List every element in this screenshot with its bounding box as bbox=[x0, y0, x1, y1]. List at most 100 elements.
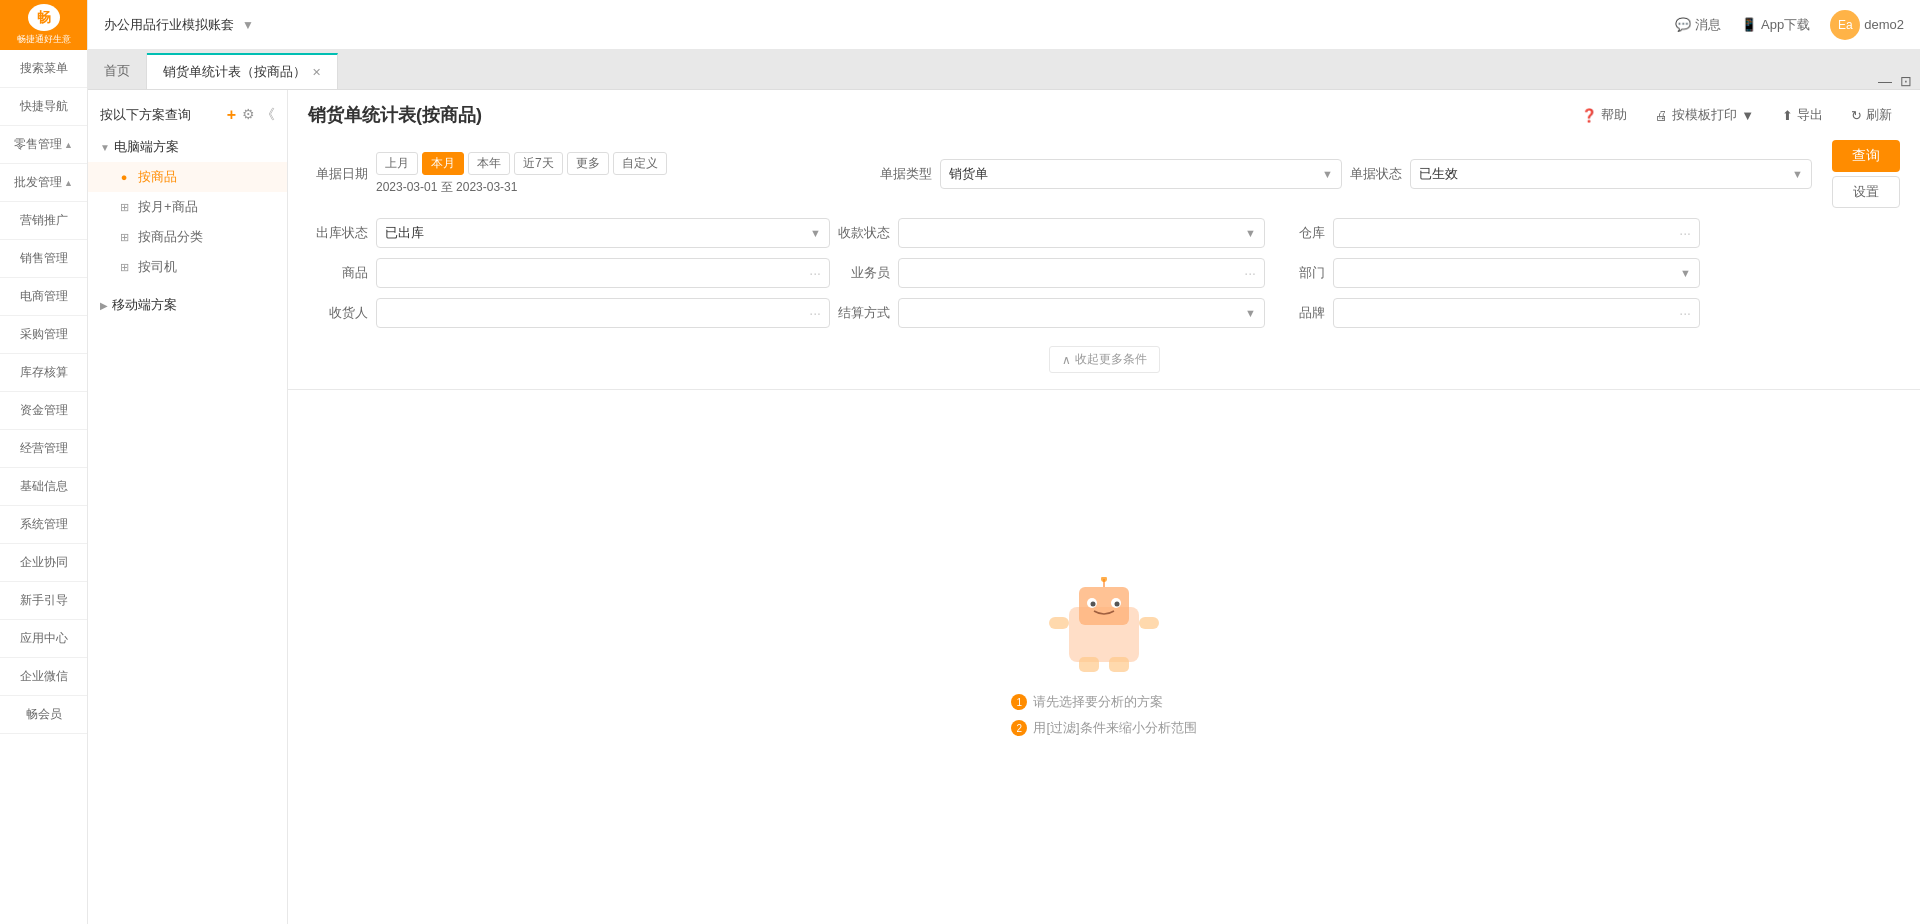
sidebar-nav-item-14[interactable]: 新手引导 bbox=[0, 582, 87, 620]
date-btn-more[interactable]: 更多 bbox=[567, 152, 609, 175]
sidebar-nav-item-12[interactable]: 系统管理 bbox=[0, 506, 87, 544]
date-btn-this-year[interactable]: 本年 bbox=[468, 152, 510, 175]
date-btn-last-month[interactable]: 上月 bbox=[376, 152, 418, 175]
refresh-label: 刷新 bbox=[1866, 106, 1892, 124]
settings-scheme-button[interactable]: ⚙ bbox=[242, 106, 255, 124]
topbar: 办公用品行业模拟账套 ▼ 💬 消息 📱 App下载 Ea demo2 bbox=[88, 0, 1920, 50]
sidebar-nav-item-11[interactable]: 基础信息 bbox=[0, 468, 87, 506]
sidebar-nav-item-16[interactable]: 企业微信 bbox=[0, 658, 87, 696]
sidebar-nav-item-7[interactable]: 采购管理 bbox=[0, 316, 87, 354]
dept-label: 部门 bbox=[1265, 264, 1325, 282]
query-button[interactable]: 查询 bbox=[1832, 140, 1900, 172]
filter-item-by-month-goods[interactable]: ⊞ 按月+商品 bbox=[88, 192, 287, 222]
sidebar-nav-item-4[interactable]: 营销推广 bbox=[0, 202, 87, 240]
payment-select[interactable]: ▼ bbox=[898, 298, 1265, 328]
sidebar-nav-item-3[interactable]: 批发管理▲ bbox=[0, 164, 87, 202]
settings-button[interactable]: 设置 bbox=[1832, 176, 1900, 208]
filter-item-label-2: 按月+商品 bbox=[138, 198, 198, 216]
filter-group-desktop-title[interactable]: ▼ 电脑端方案 bbox=[88, 132, 287, 162]
sidebar-nav-arrow-3: ▲ bbox=[64, 178, 73, 188]
app-download-action[interactable]: 📱 App下载 bbox=[1741, 16, 1810, 34]
item-icon-1: ⊞ bbox=[116, 199, 132, 215]
date-range: 2023-03-01 至 2023-03-31 bbox=[376, 179, 872, 196]
receipt-status-field: 收款状态 ▼ bbox=[830, 218, 1265, 248]
print-button[interactable]: 🖨 按模板打印 ▼ bbox=[1647, 102, 1762, 128]
sidebar-nav-item-17[interactable]: 畅会员 bbox=[0, 696, 87, 734]
tip-text-1: 请先选择要分析的方案 bbox=[1033, 693, 1163, 711]
sidebar-nav-item-2[interactable]: 零售管理▲ bbox=[0, 126, 87, 164]
filter-item-by-category[interactable]: ⊞ 按商品分类 bbox=[88, 222, 287, 252]
sidebar-nav-item-9[interactable]: 资金管理 bbox=[0, 392, 87, 430]
sidebar-nav-item-0[interactable]: 搜索菜单 bbox=[0, 50, 87, 88]
staff-select[interactable]: ··· bbox=[898, 258, 1265, 288]
payment-arrow-icon: ▼ bbox=[1245, 307, 1256, 319]
empty-tip-2: 2 用[过滤]条件来缩小分析范围 bbox=[1011, 719, 1196, 737]
brand-field: 品牌 ··· bbox=[1265, 298, 1700, 328]
filter-item-label: 按商品 bbox=[138, 168, 177, 186]
user-profile[interactable]: Ea demo2 bbox=[1830, 10, 1904, 40]
add-scheme-button[interactable]: + bbox=[227, 106, 236, 124]
doc-status-arrow-icon: ▼ bbox=[1792, 168, 1803, 180]
recipient-select[interactable]: ··· bbox=[376, 298, 830, 328]
empty-tip-1: 1 请先选择要分析的方案 bbox=[1011, 693, 1196, 711]
tab-maximize-icon[interactable]: ⊡ bbox=[1900, 73, 1912, 89]
logo-icon: 畅 bbox=[28, 4, 60, 31]
doc-status-select[interactable]: 已生效 ▼ bbox=[1410, 159, 1812, 189]
brand-dots[interactable]: ··· bbox=[1679, 305, 1691, 321]
goods-select[interactable]: ··· bbox=[376, 258, 830, 288]
message-action[interactable]: 💬 消息 bbox=[1675, 16, 1721, 34]
goods-dots[interactable]: ··· bbox=[809, 265, 821, 281]
filter-row-3: 商品 ··· 业务员 ··· bbox=[308, 258, 1900, 288]
collapse-label: 收起更多条件 bbox=[1075, 351, 1147, 368]
tab-report[interactable]: 销货单统计表（按商品） ✕ bbox=[147, 53, 338, 89]
doc-type-label: 单据类型 bbox=[872, 165, 932, 183]
payment-field: 结算方式 ▼ bbox=[830, 298, 1265, 328]
empty-svg bbox=[1044, 577, 1164, 677]
tab-home[interactable]: 首页 bbox=[88, 53, 147, 89]
sidebar-nav-item-1[interactable]: 快捷导航 bbox=[0, 88, 87, 126]
receipt-status-label: 收款状态 bbox=[830, 224, 890, 242]
warehouse-select[interactable]: ··· bbox=[1333, 218, 1700, 248]
sidebar-nav-item-10[interactable]: 经营管理 bbox=[0, 430, 87, 468]
filter-group-mobile-title[interactable]: ▶ 移动端方案 bbox=[88, 290, 287, 320]
sidebar-nav-item-15[interactable]: 应用中心 bbox=[0, 620, 87, 658]
logo: 畅 畅捷通好生意 bbox=[0, 0, 87, 50]
filter-item-label-3: 按商品分类 bbox=[138, 228, 203, 246]
staff-dots[interactable]: ··· bbox=[1244, 265, 1256, 281]
out-status-label: 出库状态 bbox=[308, 224, 368, 242]
warehouse-label: 仓库 bbox=[1265, 224, 1325, 242]
export-button[interactable]: ⬆ 导出 bbox=[1774, 102, 1831, 128]
recipient-field: 收货人 ··· bbox=[308, 298, 830, 328]
collapse-button[interactable]: ∧ 收起更多条件 bbox=[1049, 346, 1160, 373]
doc-type-arrow-icon: ▼ bbox=[1322, 168, 1333, 180]
sidebar-nav-item-8[interactable]: 库存核算 bbox=[0, 354, 87, 392]
sidebar-nav-item-5[interactable]: 销售管理 bbox=[0, 240, 87, 278]
tab-minimize-icon[interactable]: — bbox=[1878, 73, 1892, 89]
dept-select[interactable]: ▼ bbox=[1333, 258, 1700, 288]
date-btn-7days[interactable]: 近7天 bbox=[514, 152, 563, 175]
tab-close-icon[interactable]: ✕ bbox=[312, 66, 321, 79]
filter-item-by-goods[interactable]: ● 按商品 bbox=[88, 162, 287, 192]
receipt-status-select[interactable]: ▼ bbox=[898, 218, 1265, 248]
recipient-dots[interactable]: ··· bbox=[809, 305, 821, 321]
message-icon: 💬 bbox=[1675, 17, 1691, 32]
filter-row-4: 收货人 ··· 结算方式 ▼ bbox=[308, 298, 1900, 328]
date-field: 单据日期 上月 本月 本年 近7天 更多 自定义 2023-03-01 至 20… bbox=[308, 152, 872, 196]
sidebar-nav-item-6[interactable]: 电商管理 bbox=[0, 278, 87, 316]
collapse-sidebar-button[interactable]: 《 bbox=[261, 106, 275, 124]
date-btn-this-month[interactable]: 本月 bbox=[422, 152, 464, 175]
svg-point-7 bbox=[1101, 577, 1107, 582]
warehouse-dots[interactable]: ··· bbox=[1679, 225, 1691, 241]
doc-type-select[interactable]: 销货单 ▼ bbox=[940, 159, 1342, 189]
brand-control: ··· bbox=[1333, 298, 1700, 328]
refresh-button[interactable]: ↻ 刷新 bbox=[1843, 102, 1900, 128]
sidebar-nav-item-13[interactable]: 企业协同 bbox=[0, 544, 87, 582]
out-status-select[interactable]: 已出库 ▼ bbox=[376, 218, 830, 248]
help-button[interactable]: ❓ 帮助 bbox=[1573, 102, 1635, 128]
filter-item-by-driver[interactable]: ⊞ 按司机 bbox=[88, 252, 287, 282]
workspace-dropdown[interactable]: ▼ bbox=[242, 18, 254, 32]
print-label: 按模板打印 bbox=[1672, 106, 1737, 124]
topbar-left: 办公用品行业模拟账套 ▼ bbox=[104, 16, 254, 34]
date-btn-custom[interactable]: 自定义 bbox=[613, 152, 667, 175]
brand-select[interactable]: ··· bbox=[1333, 298, 1700, 328]
